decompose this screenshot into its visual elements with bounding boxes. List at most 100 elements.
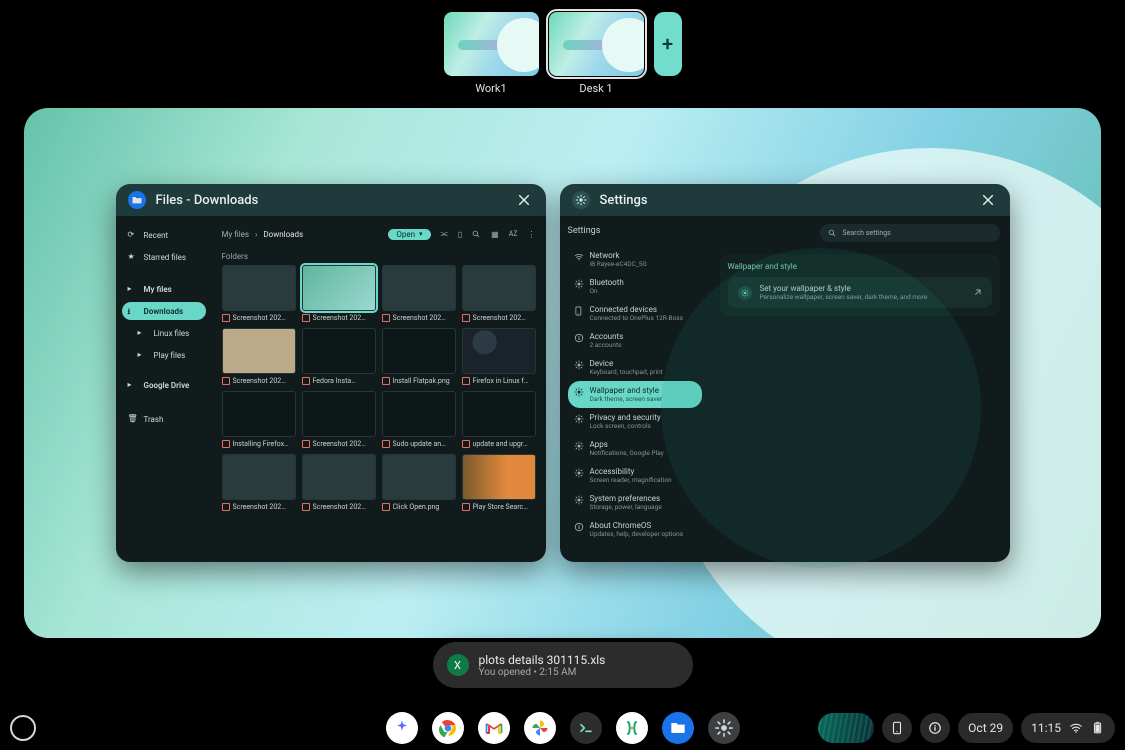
- file-thumbnail: [462, 454, 536, 500]
- account-icon: [574, 333, 584, 343]
- sidebar-item-trash[interactable]: 🗑Trash: [122, 410, 206, 428]
- dock-icon-gmail[interactable]: [478, 712, 510, 744]
- file-item[interactable]: Screenshot 202…: [222, 454, 296, 511]
- panel-row-title: Set your wallpaper & style: [760, 284, 928, 293]
- desk-thumb-desk1[interactable]: Desk 1: [549, 12, 644, 95]
- files-body: ⟳Recent ★Starred files ▸My files ⭳Downlo…: [116, 216, 546, 562]
- breadcrumb-leaf[interactable]: Downloads: [263, 230, 303, 239]
- breadcrumb-sep: ›: [255, 230, 257, 239]
- sidebar-item-myfiles[interactable]: ▸My files: [122, 280, 206, 298]
- sidebar-item-linux[interactable]: ▸Linux files: [122, 324, 206, 342]
- dock-icon-chrome[interactable]: [432, 712, 464, 744]
- file-item[interactable]: update and upgr…: [462, 391, 536, 448]
- sidebar-item-play[interactable]: ▸Play files: [122, 346, 206, 364]
- file-item[interactable]: Fedora Insta…: [302, 328, 376, 385]
- settings-nav-connected-devices[interactable]: Connected devicesConnected to OnePlus 12…: [568, 300, 702, 327]
- settings-window-title: Settings: [600, 193, 648, 208]
- file-item[interactable]: Sudo update an…: [382, 391, 456, 448]
- media-control-pill[interactable]: [818, 713, 874, 743]
- desk-label: Work1: [475, 82, 506, 95]
- file-item[interactable]: Screenshot 202…: [302, 454, 376, 511]
- settings-nav-bluetooth[interactable]: BluetoothOn: [568, 273, 702, 300]
- file-name: Click Open.png: [393, 503, 440, 511]
- file-item[interactable]: Click Open.png: [382, 454, 456, 511]
- dock-icon-files[interactable]: [662, 712, 694, 744]
- file-item[interactable]: Firefox in Linux f…: [462, 328, 536, 385]
- settings-nav: Settings NetworkiB Rayee-eC4DC_5GBluetoo…: [560, 216, 710, 562]
- external-icon: [973, 288, 982, 297]
- settings-app-icon: [572, 191, 590, 209]
- new-desk-button[interactable]: +: [654, 12, 682, 76]
- image-file-icon: [302, 503, 310, 511]
- open-button[interactable]: Open: [388, 229, 430, 240]
- file-thumbnail: [302, 454, 376, 500]
- dock-icon-terminal[interactable]: [570, 712, 602, 744]
- sidebar-item-drive[interactable]: ▸Google Drive: [122, 376, 206, 394]
- battery-icon: [1091, 721, 1105, 735]
- status-tray[interactable]: 11:15: [1021, 713, 1115, 743]
- sort-icon[interactable]: AZ: [509, 230, 518, 238]
- file-item[interactable]: Screenshot 202…: [302, 391, 376, 448]
- settings-nav-apps[interactable]: AppsNotifications, Google Play: [568, 435, 702, 462]
- files-titlebar[interactable]: Files - Downloads: [116, 184, 546, 216]
- search-icon[interactable]: [472, 230, 481, 239]
- dock-icon-photos[interactable]: [524, 712, 556, 744]
- dock-icon-settings[interactable]: [708, 712, 740, 744]
- file-item[interactable]: Screenshot 202…: [302, 265, 376, 322]
- file-thumbnail: [222, 454, 296, 500]
- phone-icon[interactable]: ▯: [458, 230, 462, 239]
- file-item[interactable]: Install Flatpak.png: [382, 328, 456, 385]
- settings-body: Settings NetworkiB Rayee-eC4DC_5GBluetoo…: [560, 216, 1010, 562]
- file-thumbnail: [222, 265, 296, 311]
- settings-nav-system-preferences[interactable]: System preferencesStorage, power, langua…: [568, 489, 702, 516]
- view-icon[interactable]: ▦: [491, 230, 499, 239]
- image-file-icon: [222, 377, 230, 385]
- panel-row-wallpaper[interactable]: Set your wallpaper & style Personalize w…: [728, 277, 992, 308]
- dock-icon-ai[interactable]: [386, 712, 418, 744]
- phone-hub-button[interactable]: [882, 713, 912, 743]
- close-icon[interactable]: [514, 190, 534, 210]
- settings-nav-accessibility[interactable]: AccessibilityScreen reader, magnificatio…: [568, 462, 702, 489]
- desk-strip: Work1 Desk 1 +: [0, 12, 1125, 95]
- share-icon[interactable]: ⫘: [441, 229, 448, 239]
- settings-nav-about-chromeos[interactable]: About ChromeOSUpdates, help, developer o…: [568, 516, 702, 543]
- file-item[interactable]: Installing Firefox…: [222, 391, 296, 448]
- desk-thumb-work1[interactable]: Work1: [444, 12, 539, 95]
- file-name: Play Store Searc…: [473, 503, 528, 511]
- settings-window[interactable]: Settings Settings NetworkiB Rayee-eC4DC_…: [560, 184, 1010, 562]
- more-icon[interactable]: ⋮: [528, 230, 536, 239]
- sidebar-item-downloads[interactable]: ⭳Downloads: [122, 302, 206, 320]
- file-name: Screenshot 202…: [313, 314, 366, 322]
- sidebar-item-starred[interactable]: ★Starred files: [122, 248, 206, 266]
- image-file-icon: [382, 377, 390, 385]
- file-item[interactable]: Screenshot 202…: [462, 265, 536, 322]
- info-icon: [574, 522, 584, 532]
- dock-icon-app[interactable]: [616, 712, 648, 744]
- settings-nav-wallpaper-and-style[interactable]: Wallpaper and styleDark theme, screen sa…: [568, 381, 702, 408]
- file-item[interactable]: Screenshot 202…: [222, 328, 296, 385]
- settings-titlebar[interactable]: Settings: [560, 184, 1010, 216]
- settings-nav-network[interactable]: NetworkiB Rayee-eC4DC_5G: [568, 246, 702, 273]
- files-grid: Screenshot 202…Screenshot 202…Screenshot…: [222, 265, 536, 511]
- files-window[interactable]: Files - Downloads ⟳Recent ★Starred files…: [116, 184, 546, 562]
- settings-nav-accounts[interactable]: Accounts2 accounts: [568, 327, 702, 354]
- date-pill[interactable]: Oct 29: [958, 713, 1013, 743]
- file-item[interactable]: Screenshot 202…: [222, 265, 296, 322]
- image-file-icon: [302, 377, 310, 385]
- file-name: Screenshot 202…: [233, 314, 286, 322]
- settings-nav-privacy-and-security[interactable]: Privacy and securityLock screen, control…: [568, 408, 702, 435]
- image-file-icon: [302, 440, 310, 448]
- search-input[interactable]: Search settings: [820, 224, 1000, 242]
- wifi-icon: [1069, 721, 1083, 735]
- notification-indicator[interactable]: [920, 713, 950, 743]
- file-item[interactable]: Screenshot 202…: [382, 265, 456, 322]
- file-thumbnail: [382, 391, 456, 437]
- launcher-button[interactable]: [10, 715, 36, 741]
- tote-notification[interactable]: X plots details 301115.xls You opened • …: [433, 642, 693, 688]
- file-name: update and upgr…: [473, 440, 528, 448]
- sidebar-item-recent[interactable]: ⟳Recent: [122, 226, 206, 244]
- close-icon[interactable]: [978, 190, 998, 210]
- settings-nav-device[interactable]: DeviceKeyboard, touchpad, print: [568, 354, 702, 381]
- file-item[interactable]: Play Store Searc…: [462, 454, 536, 511]
- breadcrumb-root[interactable]: My files: [222, 230, 250, 239]
